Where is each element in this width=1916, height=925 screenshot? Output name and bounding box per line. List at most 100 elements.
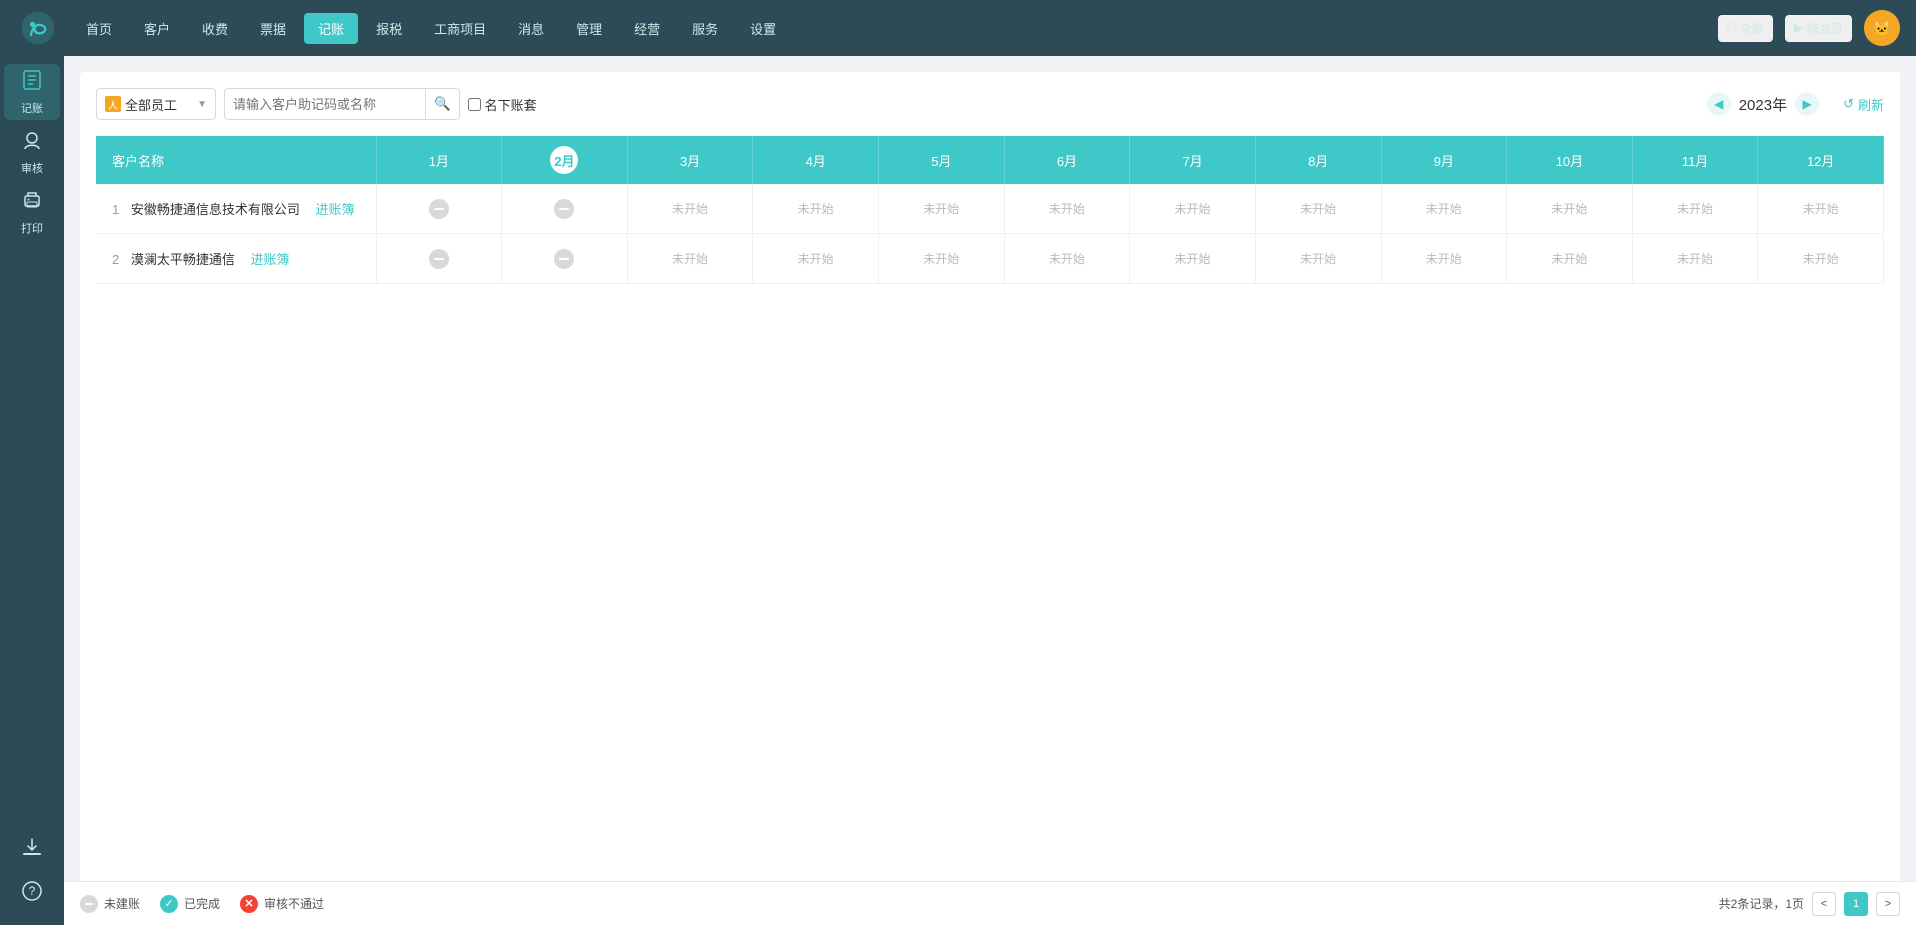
row1-jul: 未开始 bbox=[1130, 184, 1256, 234]
sidebar-item-accounting[interactable]: 记账 bbox=[4, 64, 60, 120]
table-row: 2 漠澜太平畅捷通信 进账簿 未开始 未开始 未开始 未开始 未开始 bbox=[96, 234, 1884, 284]
legend-rejected-label: 审核不通过 bbox=[264, 895, 324, 912]
employee-icon: 人 bbox=[105, 96, 121, 112]
legend-dot-teal: ✓ bbox=[160, 895, 178, 913]
col-aug: 8月 bbox=[1255, 136, 1381, 184]
status-circle-r1m1 bbox=[429, 199, 449, 219]
legend-dot-gray bbox=[80, 895, 98, 913]
sidebar-bottom: ? bbox=[14, 829, 50, 909]
print-icon bbox=[21, 189, 43, 217]
row1-sep: 未开始 bbox=[1381, 184, 1507, 234]
sidebar-label-audit: 审核 bbox=[21, 160, 43, 176]
year-next-button[interactable]: ▶ bbox=[1795, 92, 1819, 116]
refresh-label: 刷新 bbox=[1858, 95, 1884, 114]
account-set-checkbox-wrap[interactable]: 名下账套 bbox=[468, 95, 537, 114]
row2-jun: 未开始 bbox=[1004, 234, 1130, 284]
sidebar: 记账 审核 打印 bbox=[0, 56, 64, 925]
year-prev-button[interactable]: ◀ bbox=[1707, 92, 1731, 116]
employee-label: 全部员工 bbox=[125, 95, 193, 114]
row1-apr: 未开始 bbox=[753, 184, 879, 234]
footer-bar: 未建账 ✓ 已完成 ✕ 审核不通过 共2条记录，1页 < 1 > bbox=[64, 881, 1916, 925]
member-icon: ▶ bbox=[1794, 21, 1803, 35]
search-input[interactable] bbox=[225, 97, 425, 112]
total-records: 共2条记录，1页 bbox=[1719, 895, 1804, 912]
enter-link-2[interactable]: 进账簿 bbox=[251, 252, 290, 267]
sidebar-label-accounting: 记账 bbox=[21, 100, 43, 116]
nav-tax[interactable]: 报税 bbox=[362, 13, 416, 44]
content-card: 人 全部员工 ▼ 🔍 名下账套 ◀ 2023年 ▶ ↺ 刷 bbox=[80, 72, 1900, 897]
row1-aug: 未开始 bbox=[1255, 184, 1381, 234]
legend-completed-label: 已完成 bbox=[184, 895, 220, 912]
audit-icon bbox=[21, 129, 43, 157]
nav-messages[interactable]: 消息 bbox=[504, 13, 558, 44]
member-label: 畅会员 bbox=[1807, 20, 1843, 37]
nav-admin[interactable]: 管理 bbox=[562, 13, 616, 44]
client-name-1: 安徽畅捷通信息技术有限公司 bbox=[131, 202, 300, 217]
account-set-checkbox[interactable] bbox=[468, 98, 481, 111]
nav-business[interactable]: 工商项目 bbox=[420, 13, 500, 44]
fullscreen-button[interactable]: ⛶ 全屏 bbox=[1718, 15, 1772, 42]
nav-accounting[interactable]: 记账 bbox=[304, 13, 358, 44]
sidebar-help-icon[interactable]: ? bbox=[14, 873, 50, 909]
row1-jan bbox=[376, 184, 502, 234]
client-cell-1: 1 安徽畅捷通信息技术有限公司 进账簿 bbox=[96, 184, 376, 234]
legend-not-created: 未建账 bbox=[80, 895, 140, 913]
col-jul: 7月 bbox=[1130, 136, 1256, 184]
nav-right: ⛶ 全屏 ▶ 畅会员 🐱 bbox=[1718, 10, 1900, 46]
page-prev-button[interactable]: < bbox=[1812, 892, 1836, 916]
nav-invoice[interactable]: 票据 bbox=[246, 13, 300, 44]
table-row: 1 安徽畅捷通信息技术有限公司 进账簿 未开始 未开始 未开始 未开始 未开始 bbox=[96, 184, 1884, 234]
legend-not-created-label: 未建账 bbox=[104, 895, 140, 912]
fullscreen-icon: ⛶ bbox=[1727, 21, 1735, 36]
toolbar: 人 全部员工 ▼ 🔍 名下账套 ◀ 2023年 ▶ ↺ 刷 bbox=[96, 88, 1884, 120]
user-avatar[interactable]: 🐱 bbox=[1864, 10, 1900, 46]
dropdown-arrow-icon: ▼ bbox=[197, 99, 207, 110]
sidebar-item-print[interactable]: 打印 bbox=[4, 184, 60, 240]
account-set-label: 名下账套 bbox=[485, 95, 537, 114]
member-button[interactable]: ▶ 畅会员 bbox=[1785, 15, 1852, 42]
page-1-button[interactable]: 1 bbox=[1844, 892, 1868, 916]
row2-oct: 未开始 bbox=[1507, 234, 1633, 284]
enter-link-1[interactable]: 进账簿 bbox=[316, 202, 355, 217]
client-cell-2: 2 漠澜太平畅捷通信 进账簿 bbox=[96, 234, 376, 284]
nav-customer[interactable]: 客户 bbox=[130, 13, 184, 44]
nav-operations[interactable]: 经营 bbox=[620, 13, 674, 44]
row2-apr: 未开始 bbox=[753, 234, 879, 284]
page-next-button[interactable]: > bbox=[1876, 892, 1900, 916]
col-apr: 4月 bbox=[753, 136, 879, 184]
sidebar-item-audit[interactable]: 审核 bbox=[4, 124, 60, 180]
refresh-button[interactable]: ↺ 刷新 bbox=[1843, 95, 1884, 114]
col-jun: 6月 bbox=[1004, 136, 1130, 184]
client-name-2: 漠澜太平畅捷通信 bbox=[131, 252, 235, 267]
col-client-name: 客户名称 bbox=[96, 136, 376, 184]
legend-rejected: ✕ 审核不通过 bbox=[240, 895, 324, 913]
employee-selector[interactable]: 人 全部员工 ▼ bbox=[96, 88, 216, 120]
row1-may: 未开始 bbox=[879, 184, 1005, 234]
row1-dec: 未开始 bbox=[1758, 184, 1884, 234]
nav-home[interactable]: 首页 bbox=[72, 13, 126, 44]
row1-nov: 未开始 bbox=[1632, 184, 1758, 234]
row1-mar: 未开始 bbox=[627, 184, 753, 234]
svg-text:?: ? bbox=[29, 884, 36, 898]
nav-service[interactable]: 服务 bbox=[678, 13, 732, 44]
table-header: 客户名称 1月 2月 3月 4月 5月 6月 7月 8月 9月 10月 11月 … bbox=[96, 136, 1884, 184]
search-icon: 🔍 bbox=[434, 96, 451, 111]
row2-feb bbox=[502, 234, 628, 284]
search-button[interactable]: 🔍 bbox=[425, 89, 459, 119]
main-content: 人 全部员工 ▼ 🔍 名下账套 ◀ 2023年 ▶ ↺ 刷 bbox=[64, 56, 1916, 925]
nav-billing[interactable]: 收费 bbox=[188, 13, 242, 44]
sidebar-download-icon[interactable] bbox=[14, 829, 50, 865]
col-sep: 9月 bbox=[1381, 136, 1507, 184]
status-circle-r2m2 bbox=[554, 249, 574, 269]
nav-settings[interactable]: 设置 bbox=[736, 13, 790, 44]
row2-aug: 未开始 bbox=[1255, 234, 1381, 284]
status-circle-r1m2 bbox=[554, 199, 574, 219]
pagination: 共2条记录，1页 < 1 > bbox=[1719, 892, 1900, 916]
legend-completed: ✓ 已完成 bbox=[160, 895, 220, 913]
search-wrapper: 🔍 bbox=[224, 88, 460, 120]
row2-dec: 未开始 bbox=[1758, 234, 1884, 284]
col-mar: 3月 bbox=[627, 136, 753, 184]
row2-sep: 未开始 bbox=[1381, 234, 1507, 284]
app-logo[interactable] bbox=[16, 6, 60, 50]
row2-nov: 未开始 bbox=[1632, 234, 1758, 284]
